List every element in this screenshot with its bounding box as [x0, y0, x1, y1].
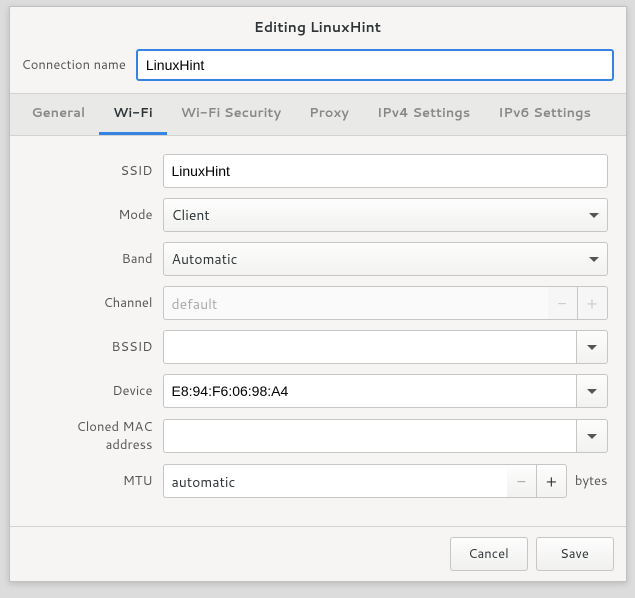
mtu-minus-button[interactable]: − [507, 464, 537, 498]
bssid-label: BSSID [28, 338, 163, 356]
mtu-label: MTU [28, 472, 163, 490]
bssid-input[interactable] [163, 330, 576, 364]
tab-bar: General Wi-Fi Wi-Fi Security Proxy IPv4 … [10, 93, 626, 136]
mtu-plus-button[interactable]: + [537, 464, 567, 498]
cloned-mac-dropdown-button[interactable] [576, 419, 608, 453]
device-dropdown-button[interactable] [576, 374, 608, 408]
tab-wifi[interactable]: Wi-Fi [99, 94, 167, 135]
channel-plus-button: + [578, 286, 608, 320]
ssid-label: SSID [28, 162, 163, 180]
device-input[interactable] [163, 374, 576, 408]
mtu-row: MTU automatic − + bytes [28, 464, 608, 498]
cancel-button[interactable]: Cancel [450, 537, 528, 571]
form-area: SSID Mode Client Band Automatic Channel … [10, 136, 626, 526]
save-button[interactable]: Save [536, 537, 614, 571]
bssid-dropdown-button[interactable] [576, 330, 608, 364]
band-row: Band Automatic [28, 242, 608, 276]
cloned-mac-label: Cloned MAC address [28, 418, 163, 454]
tab-proxy[interactable]: Proxy [295, 94, 363, 135]
mode-label: Mode [28, 206, 163, 224]
channel-minus-button: − [548, 286, 578, 320]
caret-down-icon [589, 213, 599, 218]
dialog-title: Editing LinuxHint [10, 7, 626, 49]
mode-value: Client [172, 205, 210, 225]
mtu-suffix: bytes [567, 472, 608, 490]
band-select[interactable]: Automatic [163, 242, 608, 276]
connection-name-input[interactable] [136, 49, 614, 81]
connection-name-label: Connection name [22, 56, 126, 74]
device-row: Device [28, 374, 608, 408]
cloned-mac-row: Cloned MAC address [28, 418, 608, 454]
mtu-input[interactable]: automatic [163, 464, 507, 498]
caret-down-icon [587, 345, 597, 350]
tab-ipv4[interactable]: IPv4 Settings [363, 94, 484, 135]
mode-select[interactable]: Client [163, 198, 608, 232]
mode-row: Mode Client [28, 198, 608, 232]
caret-down-icon [587, 434, 597, 439]
channel-input: default [163, 286, 548, 320]
caret-down-icon [589, 257, 599, 262]
tab-general[interactable]: General [18, 94, 100, 135]
ssid-row: SSID [28, 154, 608, 188]
channel-label: Channel [28, 294, 163, 312]
dialog-window: Editing LinuxHint Connection name Genera… [9, 6, 627, 582]
cloned-mac-input[interactable] [163, 419, 576, 453]
tab-ipv6[interactable]: IPv6 Settings [484, 94, 605, 135]
bssid-row: BSSID [28, 330, 608, 364]
channel-row: Channel default − + [28, 286, 608, 320]
dialog-footer: Cancel Save [10, 526, 626, 581]
band-label: Band [28, 250, 163, 268]
ssid-input[interactable] [163, 154, 608, 188]
device-label: Device [28, 382, 163, 400]
caret-down-icon [587, 389, 597, 394]
connection-name-row: Connection name [10, 49, 626, 93]
tab-wifi-security[interactable]: Wi-Fi Security [167, 94, 295, 135]
band-value: Automatic [172, 249, 238, 269]
